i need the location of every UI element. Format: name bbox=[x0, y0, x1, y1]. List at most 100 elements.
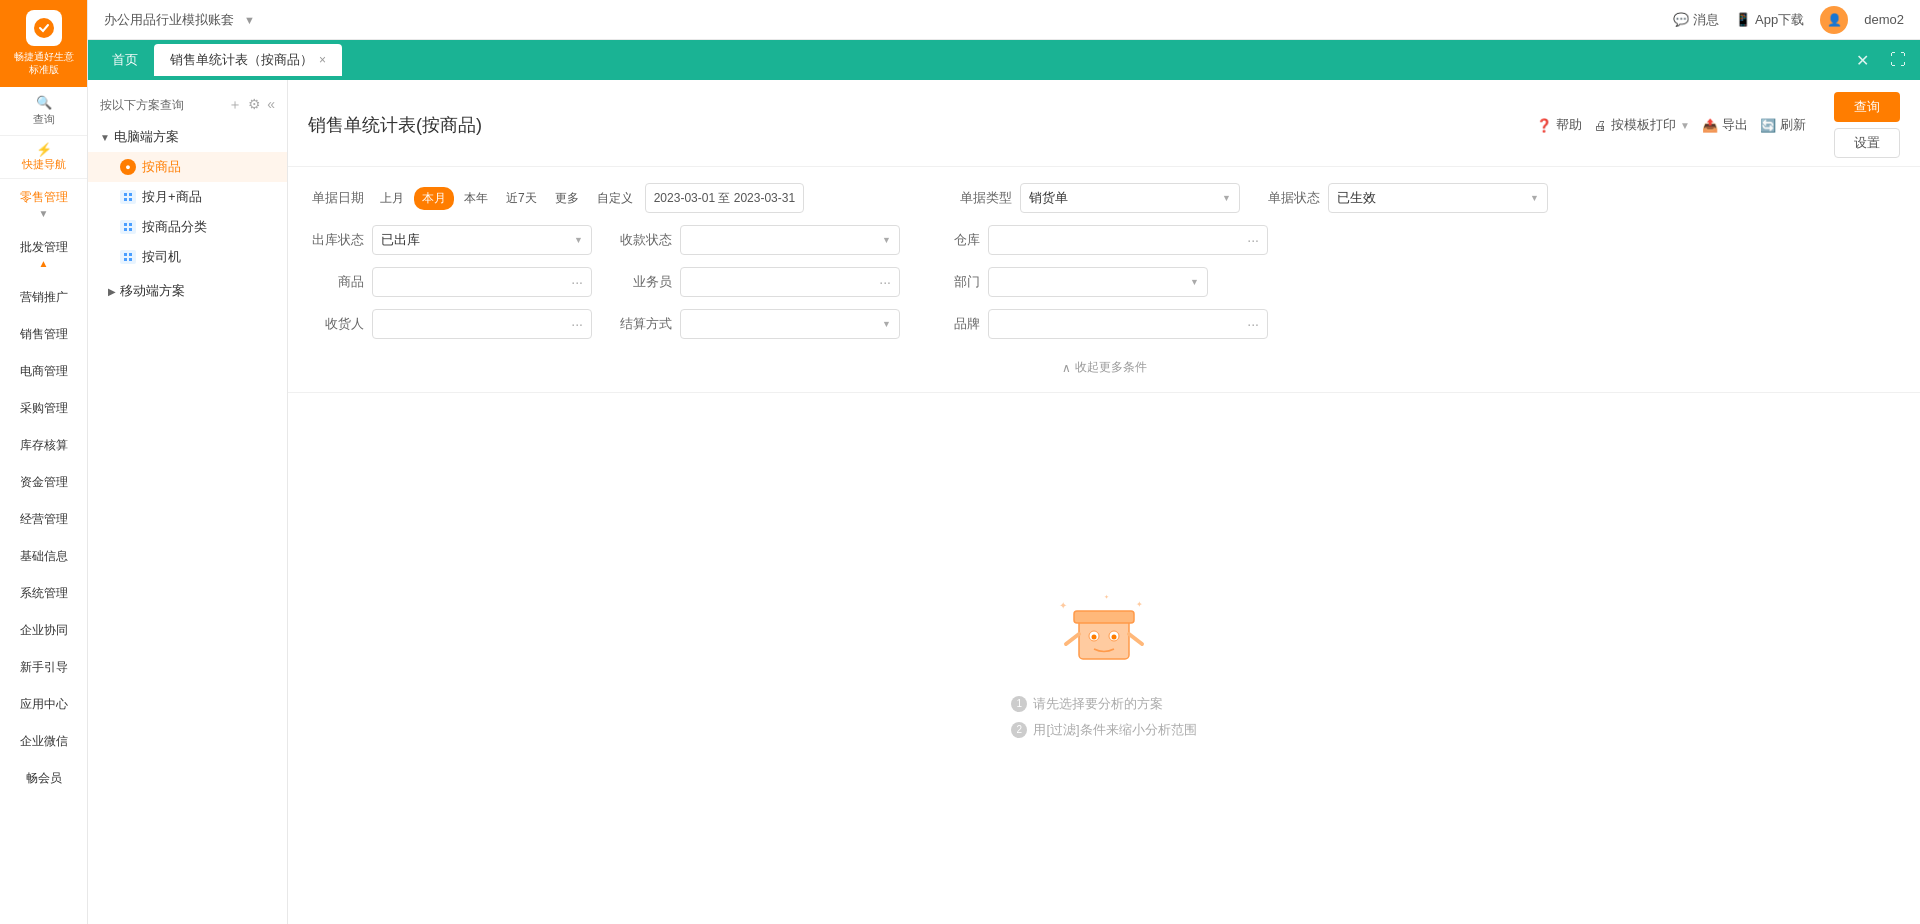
sidebar-item-guide[interactable]: 新手引导 bbox=[0, 649, 87, 686]
export-btn[interactable]: 📤 导出 bbox=[1702, 116, 1748, 134]
page-body: 按以下方案查询 ＋ ⚙ « ▼ 电脑端方案 ● 按商品 bbox=[88, 80, 1920, 924]
sales-label: 销售管理 bbox=[20, 326, 68, 343]
by-driver-icon bbox=[120, 250, 136, 264]
sidebar-item-retail[interactable]: 零售管理 ▼ bbox=[0, 179, 87, 229]
goods-input[interactable]: ··· bbox=[372, 267, 592, 297]
message-btn[interactable]: 💬 消息 bbox=[1673, 11, 1719, 29]
app-logo[interactable]: 畅捷通好生意 标准版 bbox=[0, 0, 87, 87]
logo-icon bbox=[26, 10, 62, 46]
collapse-label: 收起更多条件 bbox=[1075, 359, 1147, 376]
sidebar-item-wechat[interactable]: 企业微信 bbox=[0, 723, 87, 760]
date-tab-more[interactable]: 更多 bbox=[547, 187, 587, 210]
sidebar-item-system[interactable]: 系统管理 bbox=[0, 575, 87, 612]
sidebar-item-basic[interactable]: 基础信息 bbox=[0, 538, 87, 575]
svg-point-18 bbox=[1112, 634, 1117, 639]
purchase-label: 采购管理 bbox=[20, 400, 68, 417]
sidebar-item-wholesale[interactable]: 批发管理 ▲ bbox=[0, 229, 87, 279]
tabbar: 首页 销售单统计表（按商品） × ✕ ⛶ bbox=[88, 40, 1920, 80]
date-tab-7days[interactable]: 近7天 bbox=[498, 187, 545, 210]
refresh-btn[interactable]: 🔄 刷新 bbox=[1760, 116, 1806, 134]
sidebar-search[interactable]: 🔍 查询 bbox=[0, 87, 87, 136]
warehouse-input[interactable]: ··· bbox=[988, 225, 1268, 255]
date-tab-last-month[interactable]: 上月 bbox=[372, 187, 412, 210]
sidebar-item-sales[interactable]: 销售管理 bbox=[0, 316, 87, 353]
sidebar-item-ecommerce[interactable]: 电商管理 bbox=[0, 353, 87, 390]
salesperson-input[interactable]: ··· bbox=[680, 267, 900, 297]
recipient-label: 收货人 bbox=[308, 315, 364, 333]
basic-label: 基础信息 bbox=[20, 548, 68, 565]
salesperson-label: 业务员 bbox=[616, 273, 672, 291]
tree-item-by-driver[interactable]: 按司机 bbox=[88, 242, 287, 272]
app-subtitle: 标准版 bbox=[29, 63, 59, 77]
empty-tip-2: 2 用[过滤]条件来缩小分析范围 bbox=[1011, 721, 1196, 739]
settlement-select[interactable] bbox=[680, 309, 900, 339]
sidebar-item-member[interactable]: 畅会员 bbox=[0, 760, 87, 797]
inventory-label: 库存核算 bbox=[20, 437, 68, 454]
mobile-group-label: 移动端方案 bbox=[120, 282, 185, 300]
filter-row-3: 商品 ··· 业务员 ··· 部门 bbox=[308, 267, 1900, 297]
wechat-label: 企业微信 bbox=[20, 733, 68, 750]
brand-input[interactable]: ··· bbox=[988, 309, 1268, 339]
help-link[interactable]: ❓ 帮助 bbox=[1536, 116, 1582, 134]
user-avatar[interactable]: 👤 bbox=[1820, 6, 1848, 34]
doc-type-select[interactable]: 销货单 bbox=[1020, 183, 1240, 213]
tab-close-icon[interactable]: × bbox=[319, 53, 326, 67]
doc-status-select[interactable]: 已生效 bbox=[1328, 183, 1548, 213]
tree-item-by-category[interactable]: 按商品分类 bbox=[88, 212, 287, 242]
department-select[interactable] bbox=[988, 267, 1208, 297]
sidebar-item-purchase[interactable]: 采购管理 bbox=[0, 390, 87, 427]
svg-line-20 bbox=[1129, 634, 1142, 644]
print-btn[interactable]: 🖨 按模板打印 ▼ bbox=[1594, 116, 1690, 134]
topbar-dropdown-icon[interactable]: ▼ bbox=[244, 14, 255, 26]
date-tab-year[interactable]: 本年 bbox=[456, 187, 496, 210]
sidebar-item-collab[interactable]: 企业协同 bbox=[0, 612, 87, 649]
finance-label: 资金管理 bbox=[20, 474, 68, 491]
sidebar-item-finance[interactable]: 资金管理 bbox=[0, 464, 87, 501]
operations-label: 经营管理 bbox=[20, 511, 68, 528]
collapse-row: ∧ 收起更多条件 bbox=[308, 351, 1900, 376]
settings-scheme-icon[interactable]: ⚙ bbox=[248, 96, 261, 114]
collapse-btn[interactable]: ∧ 收起更多条件 bbox=[1062, 359, 1147, 376]
app-download-icon: 📱 bbox=[1735, 12, 1751, 27]
date-tab-custom[interactable]: 自定义 bbox=[589, 187, 641, 210]
date-tab-current-month[interactable]: 本月 bbox=[414, 187, 454, 210]
add-scheme-icon[interactable]: ＋ bbox=[228, 96, 242, 114]
tree-group-desktop-title[interactable]: ▼ 电脑端方案 bbox=[88, 122, 287, 152]
appstore-label: 应用中心 bbox=[20, 696, 68, 713]
empty-tips: 1 请先选择要分析的方案 2 用[过滤]条件来缩小分析范围 bbox=[1011, 695, 1196, 739]
tab-home[interactable]: 首页 bbox=[96, 44, 154, 76]
tab-active[interactable]: 销售单统计表（按商品） × bbox=[154, 44, 342, 76]
sidebar-quicknav[interactable]: ⚡ 快捷导航 bbox=[0, 136, 87, 179]
receipt-status-select[interactable] bbox=[680, 225, 900, 255]
doc-type-label: 单据类型 bbox=[956, 189, 1012, 207]
app-download-btn[interactable]: 📱 App下载 bbox=[1735, 11, 1804, 29]
tree-group-mobile-title[interactable]: ▶ 移动端方案 bbox=[88, 276, 287, 306]
tip-num-2: 2 bbox=[1011, 722, 1027, 738]
doc-type-value: 销货单 bbox=[1029, 189, 1068, 207]
tab-close-all-btn[interactable]: ✕ bbox=[1848, 46, 1876, 74]
out-status-select[interactable]: 已出库 bbox=[372, 225, 592, 255]
sidebar-item-marketing[interactable]: 营销推广 bbox=[0, 279, 87, 316]
recipient-input[interactable]: ··· bbox=[372, 309, 592, 339]
collapse-panel-icon[interactable]: « bbox=[267, 96, 275, 114]
username[interactable]: demo2 bbox=[1864, 12, 1904, 27]
by-driver-label: 按司机 bbox=[142, 248, 181, 266]
main-content: 办公用品行业模拟账套 ▼ 💬 消息 📱 App下载 👤 demo2 首页 销售单… bbox=[88, 0, 1920, 924]
tab-fullscreen-btn[interactable]: ⛶ bbox=[1884, 46, 1912, 74]
refresh-icon: 🔄 bbox=[1760, 118, 1776, 133]
svg-rect-2 bbox=[129, 193, 132, 196]
print-arrow-icon: ▼ bbox=[1680, 120, 1690, 131]
settings-button[interactable]: 设置 bbox=[1834, 128, 1900, 158]
filter-row-4: 收货人 ··· 结算方式 品牌 ··· bbox=[308, 309, 1900, 339]
goods-label: 商品 bbox=[308, 273, 364, 291]
by-category-label: 按商品分类 bbox=[142, 218, 207, 236]
date-range-input[interactable]: 2023-03-01 至 2023-03-31 bbox=[645, 183, 804, 213]
tree-item-by-month-goods[interactable]: 按月+商品 bbox=[88, 182, 287, 212]
tree-item-by-goods[interactable]: ● 按商品 bbox=[88, 152, 287, 182]
sidebar-item-inventory[interactable]: 库存核算 bbox=[0, 427, 87, 464]
query-button[interactable]: 查询 bbox=[1834, 92, 1900, 122]
sidebar-item-operations[interactable]: 经营管理 bbox=[0, 501, 87, 538]
sidebar-item-appstore[interactable]: 应用中心 bbox=[0, 686, 87, 723]
tip-text-1: 请先选择要分析的方案 bbox=[1033, 695, 1163, 713]
page-actions: ❓ 帮助 🖨 按模板打印 ▼ 📤 导出 🔄 刷新 bbox=[1536, 92, 1900, 158]
